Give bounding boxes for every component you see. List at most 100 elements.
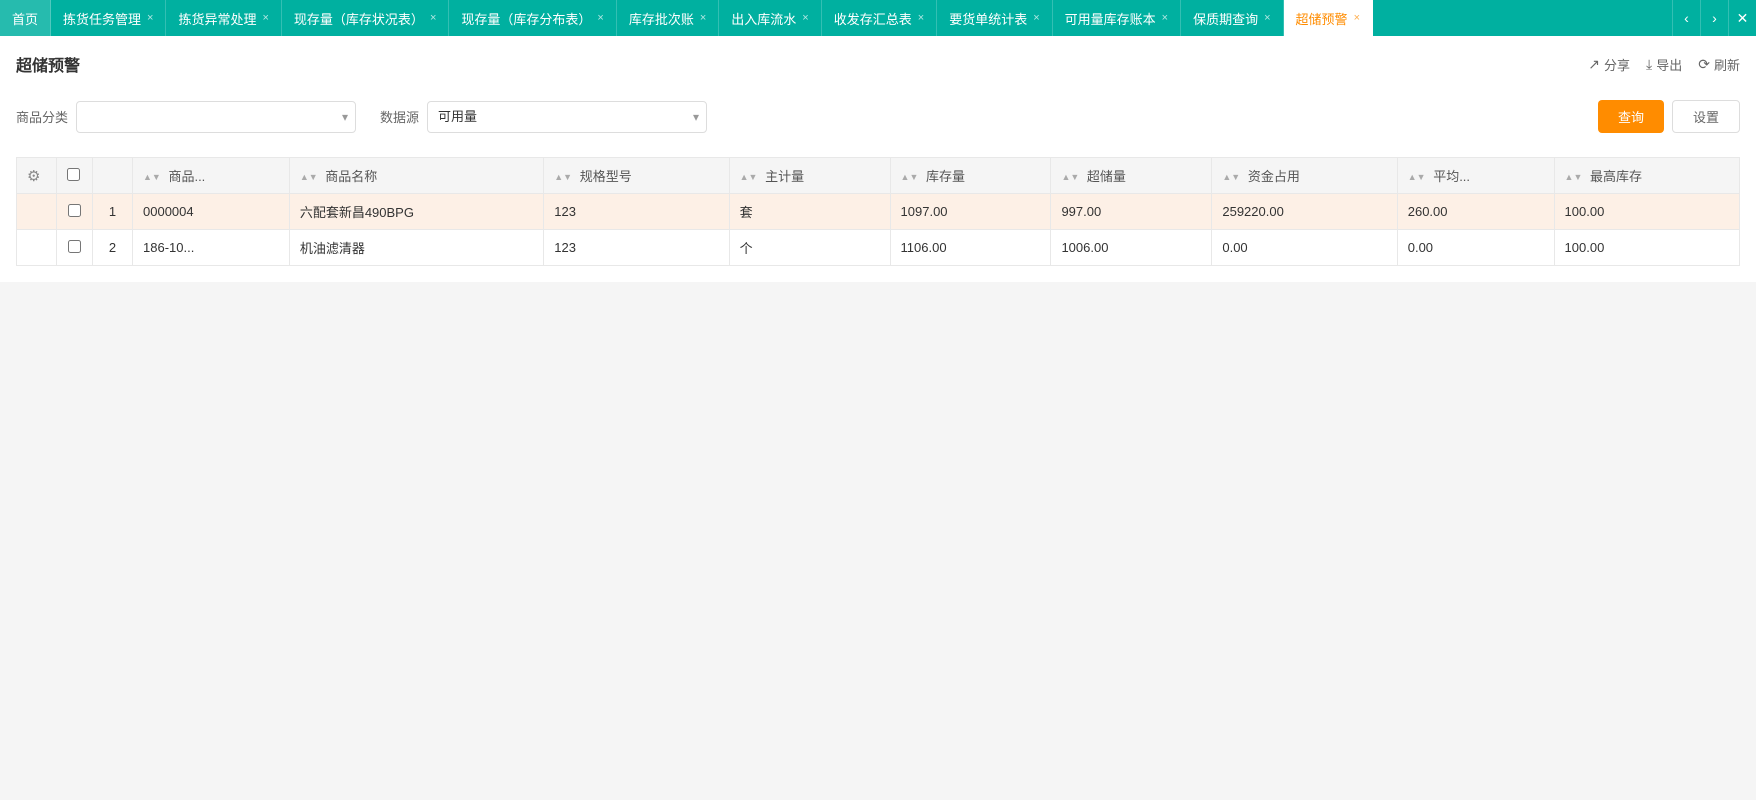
- data-table: ⚙ ▲▼ 商品... ▲▼ 商品名称 ▲▼ 规格型号: [16, 157, 1740, 266]
- sort-icon: ▲▼: [300, 173, 318, 182]
- nav-item-收发存汇总表[interactable]: 收发存汇总表 ×: [822, 0, 937, 36]
- th-max-stock: ▲▼ 最高库存: [1554, 158, 1739, 194]
- td-max-stock: 100.00: [1554, 230, 1739, 266]
- header-row: ⚙ ▲▼ 商品... ▲▼ 商品名称 ▲▼ 规格型号: [17, 158, 1740, 194]
- nav-item-库存批次账[interactable]: 库存批次账×: [617, 0, 719, 36]
- nav-item-拣货异常处理[interactable]: 拣货异常处理 ×: [166, 0, 281, 36]
- th-capital: ▲▼ 资金占用: [1212, 158, 1397, 194]
- nav-close-icon[interactable]: ×: [597, 12, 603, 24]
- td-product-name: 六配套新昌490BPG: [289, 194, 543, 230]
- filter-actions: 查询 设置: [1598, 100, 1740, 133]
- td-unit: 套: [729, 194, 890, 230]
- nav-item-拣货任务管理[interactable]: 拣货任务管理×: [51, 0, 166, 36]
- row-checkbox[interactable]: [68, 240, 81, 253]
- th-checkbox: [57, 158, 93, 194]
- nav-item-出入库流水[interactable]: 出入库流水 ×: [719, 0, 821, 36]
- row-checkbox[interactable]: [68, 204, 81, 217]
- td-product-code: 0000004: [133, 194, 290, 230]
- nav-item-label: 保质期查询: [1193, 9, 1258, 28]
- sort-icon: ▲▼: [143, 173, 161, 182]
- nav-close-icon[interactable]: ×: [700, 12, 706, 24]
- table-row: 1 0000004 六配套新昌490BPG 123 套 1097.00 997.…: [17, 194, 1740, 230]
- nav-item-label: 可用量库存账本: [1065, 9, 1156, 28]
- sort-icon: ▲▼: [1061, 173, 1079, 182]
- nav-close-arrow[interactable]: ✕: [1728, 0, 1756, 36]
- table-row: 2 186-10... 机油滤清器 123 个 1106.00 1006.00 …: [17, 230, 1740, 266]
- td-stock: 1106.00: [890, 230, 1051, 266]
- settings-button[interactable]: 设置: [1672, 100, 1740, 133]
- td-unit: 个: [729, 230, 890, 266]
- nav-arrows: ‹ › ✕: [1672, 0, 1756, 36]
- nav-item-label: 现存量（库存状况表）: [294, 9, 424, 28]
- th-avg: ▲▼ 平均...: [1397, 158, 1554, 194]
- td-product-code: 186-10...: [133, 230, 290, 266]
- nav-item-首页[interactable]: 首页: [0, 0, 51, 36]
- nav-item-超储预警[interactable]: 超储预警 ×: [1284, 0, 1373, 36]
- category-select-wrapper: [76, 101, 356, 133]
- td-capital: 0.00: [1212, 230, 1397, 266]
- td-stock: 1097.00: [890, 194, 1051, 230]
- nav-item-label: 拣货异常处理: [178, 9, 256, 28]
- category-label: 商品分类: [16, 107, 68, 126]
- refresh-button[interactable]: ⟳ 刷新: [1698, 55, 1740, 74]
- header-actions: ↗ 分享 ⤓ 导出 ⟳ 刷新: [1588, 55, 1740, 74]
- td-product-name: 机油滤清器: [289, 230, 543, 266]
- nav-item-label: 要货单统计表: [949, 9, 1027, 28]
- nav-right-arrow[interactable]: ›: [1700, 0, 1728, 36]
- refresh-icon: ⟳: [1698, 56, 1710, 73]
- td-avg: 0.00: [1397, 230, 1554, 266]
- nav-item-可用量库存账本[interactable]: 可用量库存账本 ×: [1053, 0, 1181, 36]
- nav-close-icon[interactable]: ×: [262, 12, 268, 24]
- nav-item-label: 首页: [12, 9, 38, 28]
- nav-close-icon[interactable]: ×: [1162, 12, 1168, 24]
- export-icon: ⤓: [1646, 56, 1652, 73]
- table-header: ⚙ ▲▼ 商品... ▲▼ 商品名称 ▲▼ 规格型号: [17, 158, 1740, 194]
- nav-item-label: 收发存汇总表: [834, 9, 912, 28]
- td-spec: 123: [544, 230, 729, 266]
- nav-close-icon[interactable]: ×: [147, 12, 153, 24]
- table-body: 1 0000004 六配套新昌490BPG 123 套 1097.00 997.…: [17, 194, 1740, 266]
- nav-close-icon[interactable]: ×: [1033, 12, 1039, 24]
- td-max-stock: 100.00: [1554, 194, 1739, 230]
- gear-icon[interactable]: ⚙: [27, 168, 40, 185]
- td-checkbox: [57, 230, 93, 266]
- nav-item-现存量-库存分布表-[interactable]: 现存量（库存分布表）×: [449, 0, 616, 36]
- td-checkbox: [57, 194, 93, 230]
- td-index: 2: [93, 230, 133, 266]
- th-product-code: ▲▼ 商品...: [133, 158, 290, 194]
- th-index: [93, 158, 133, 194]
- nav-item-现存量-库存状况表-[interactable]: 现存量（库存状况表） ×: [282, 0, 449, 36]
- query-button[interactable]: 查询: [1598, 100, 1664, 133]
- nav-item-label: 超储预警: [1296, 9, 1348, 28]
- nav-item-label: 出入库流水: [731, 9, 796, 28]
- nav-close-icon[interactable]: ×: [1354, 12, 1360, 24]
- export-button[interactable]: ⤓ 导出: [1646, 55, 1682, 74]
- nav-item-保质期查询[interactable]: 保质期查询 ×: [1181, 0, 1283, 36]
- top-navigation: 首页拣货任务管理×拣货异常处理×现存量（库存状况表）×现存量（库存分布表）×库存…: [0, 0, 1756, 36]
- nav-close-icon[interactable]: ×: [802, 12, 808, 24]
- td-index: 1: [93, 194, 133, 230]
- nav-left-arrow[interactable]: ‹: [1672, 0, 1700, 36]
- sort-icon: ▲▼: [1565, 173, 1583, 182]
- category-filter: 商品分类: [16, 101, 356, 133]
- datasource-label: 数据源: [380, 107, 419, 126]
- main-content: 超储预警 ↗ 分享 ⤓ 导出 ⟳ 刷新 商品分类: [0, 36, 1756, 282]
- datasource-select[interactable]: 可用量: [427, 101, 707, 133]
- td-avg: 260.00: [1397, 194, 1554, 230]
- share-icon: ↗: [1588, 56, 1600, 73]
- nav-close-icon[interactable]: ×: [1264, 12, 1270, 24]
- sort-icon: ▲▼: [1222, 173, 1240, 182]
- sort-icon: ▲▼: [554, 173, 572, 182]
- nav-close-icon[interactable]: ×: [430, 12, 436, 24]
- page-title: 超储预警: [16, 52, 80, 76]
- select-all-checkbox[interactable]: [67, 168, 80, 181]
- share-button[interactable]: ↗ 分享: [1588, 55, 1630, 74]
- th-product-name: ▲▼ 商品名称: [289, 158, 543, 194]
- nav-close-icon[interactable]: ×: [918, 12, 924, 24]
- th-over-stock: ▲▼ 超储量: [1051, 158, 1212, 194]
- td-settings: [17, 230, 57, 266]
- th-settings: ⚙: [17, 158, 57, 194]
- td-over-stock: 997.00: [1051, 194, 1212, 230]
- category-select[interactable]: [76, 101, 356, 133]
- nav-item-要货单统计表[interactable]: 要货单统计表 ×: [937, 0, 1052, 36]
